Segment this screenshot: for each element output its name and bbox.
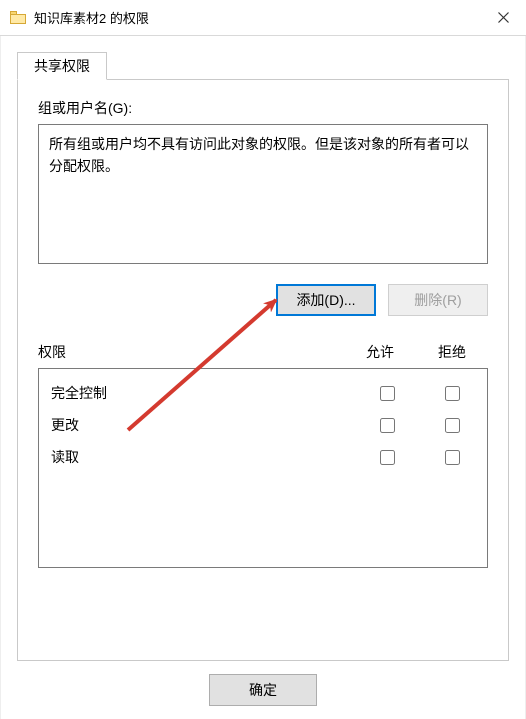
ok-button[interactable]: 确定 bbox=[209, 674, 317, 706]
add-button[interactable]: 添加(D)... bbox=[276, 284, 376, 316]
permissions-header: 权限 允许 拒绝 bbox=[38, 342, 488, 362]
permissions-table: 完全控制 更改 读取 bbox=[38, 368, 488, 568]
perm-allow-checkbox-full-control[interactable] bbox=[380, 386, 395, 401]
table-row: 更改 bbox=[51, 409, 481, 441]
tab-panel: 组或用户名(G): 所有组或用户均不具有访问此对象的权限。但是该对象的所有者可以… bbox=[17, 79, 509, 661]
perm-deny-checkbox-change[interactable] bbox=[445, 418, 460, 433]
titlebar: 知识库素材2 的权限 bbox=[0, 0, 526, 36]
table-row: 读取 bbox=[51, 441, 481, 473]
dialog-bottom-bar: 确定 bbox=[1, 665, 525, 715]
group-users-label: 组或用户名(G): bbox=[38, 98, 488, 118]
add-remove-row: 添加(D)... 删除(R) bbox=[38, 284, 488, 316]
client-area: 共享权限 组或用户名(G): 所有组或用户均不具有访问此对象的权限。但是该对象的… bbox=[0, 36, 526, 719]
perm-deny-checkbox-full-control[interactable] bbox=[445, 386, 460, 401]
tab-strip: 共享权限 bbox=[17, 52, 107, 80]
window-title: 知识库素材2 的权限 bbox=[34, 8, 480, 27]
perm-header-name: 权限 bbox=[38, 342, 344, 362]
perm-deny-checkbox-read[interactable] bbox=[445, 450, 460, 465]
perm-name: 更改 bbox=[51, 415, 351, 435]
close-button[interactable] bbox=[480, 0, 526, 35]
tab-share-permissions[interactable]: 共享权限 bbox=[17, 52, 107, 80]
remove-button[interactable]: 删除(R) bbox=[388, 284, 488, 316]
perm-allow-checkbox-change[interactable] bbox=[380, 418, 395, 433]
perm-name: 读取 bbox=[51, 447, 351, 467]
table-row: 完全控制 bbox=[51, 377, 481, 409]
perm-header-deny: 拒绝 bbox=[416, 342, 488, 362]
folder-icon bbox=[10, 11, 26, 24]
perm-header-allow: 允许 bbox=[344, 342, 416, 362]
close-icon bbox=[498, 12, 509, 23]
perm-allow-checkbox-read[interactable] bbox=[380, 450, 395, 465]
group-users-listbox[interactable]: 所有组或用户均不具有访问此对象的权限。但是该对象的所有者可以分配权限。 bbox=[38, 124, 488, 264]
group-users-message: 所有组或用户均不具有访问此对象的权限。但是该对象的所有者可以分配权限。 bbox=[49, 136, 469, 174]
perm-name: 完全控制 bbox=[51, 383, 351, 403]
